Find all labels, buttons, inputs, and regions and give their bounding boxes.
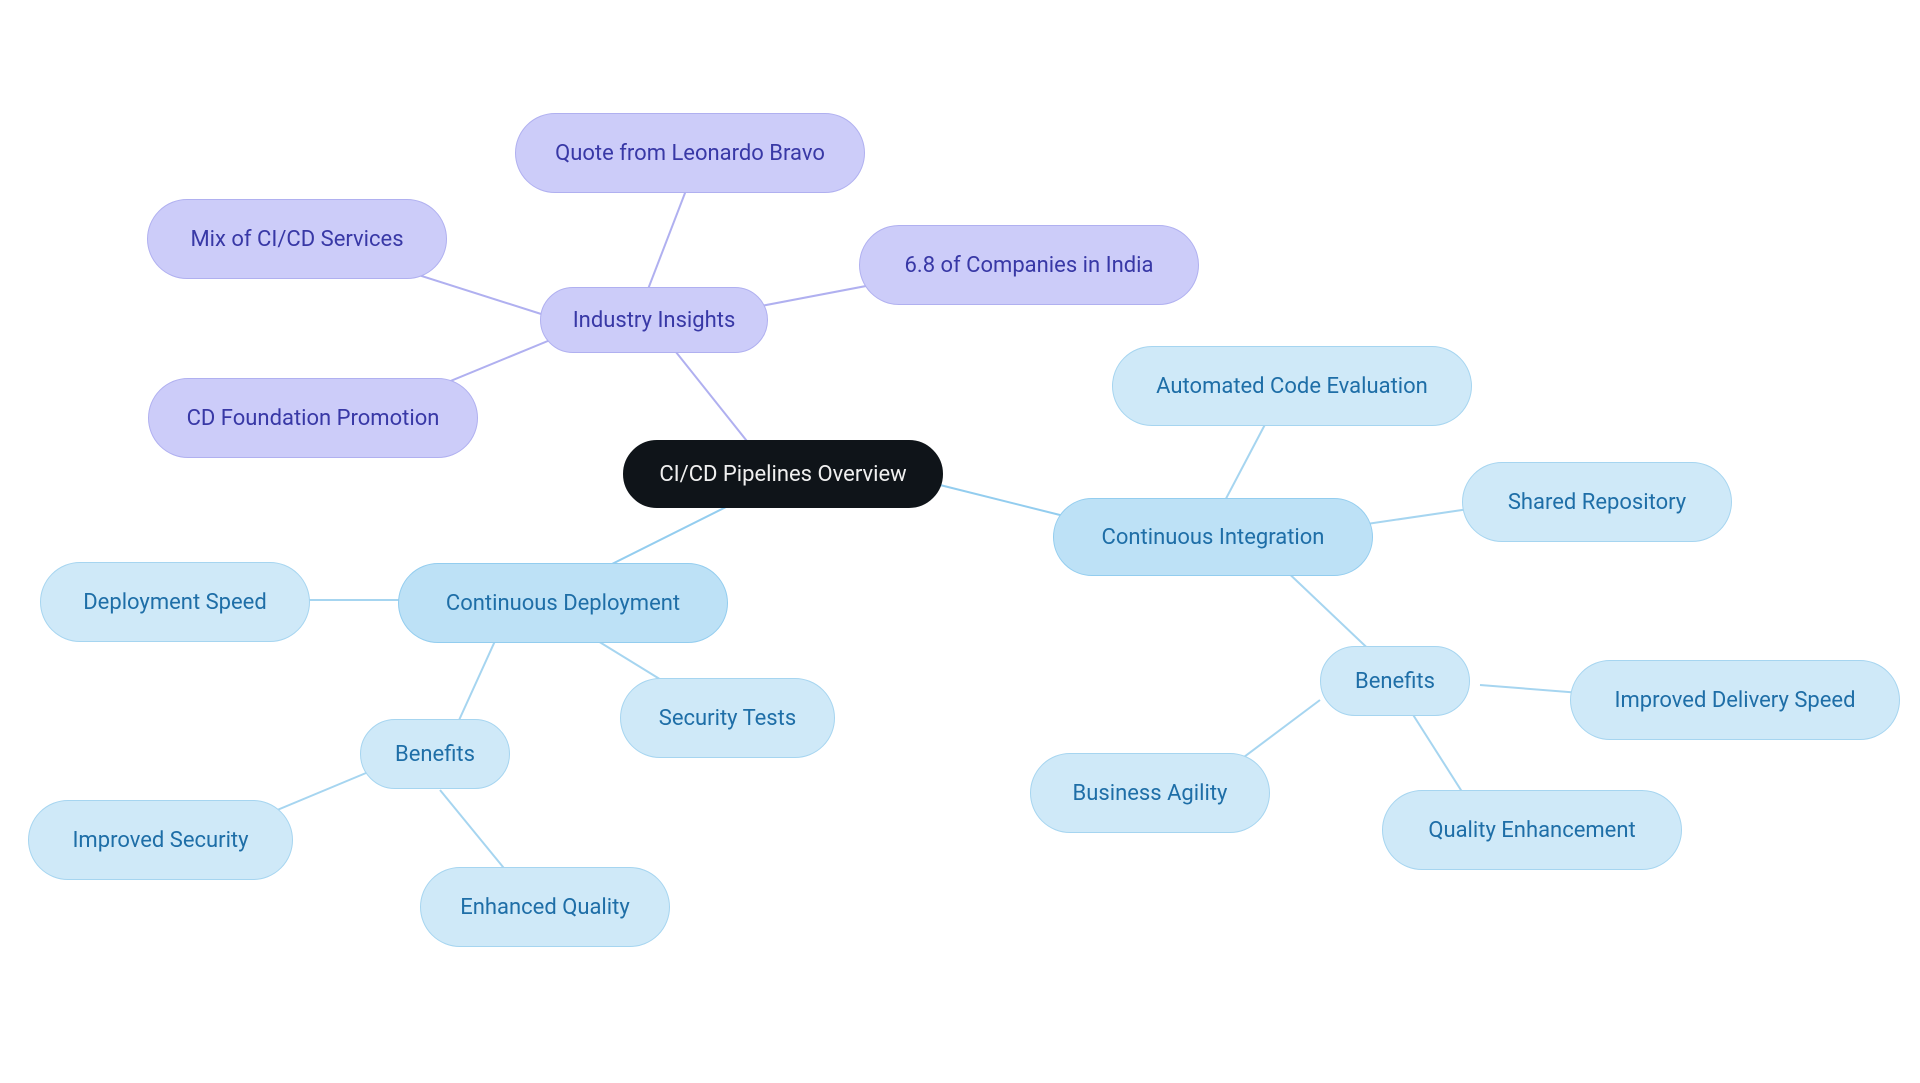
node-enhanced-quality: Enhanced Quality	[420, 867, 670, 947]
node-label: Benefits	[395, 742, 475, 767]
node-quote-bravo: Quote from Leonardo Bravo	[515, 113, 865, 193]
node-cd-benefits: Benefits	[360, 719, 510, 789]
node-ci-benefits: Benefits	[1320, 646, 1470, 716]
node-label: Business Agility	[1073, 781, 1228, 806]
node-label: Industry Insights	[573, 308, 736, 333]
node-continuous-integration: Continuous Integration	[1053, 498, 1373, 576]
node-cd-foundation: CD Foundation Promotion	[148, 378, 478, 458]
node-label: Security Tests	[659, 706, 796, 731]
node-label: CD Foundation Promotion	[187, 406, 440, 431]
node-business-agility: Business Agility	[1030, 753, 1270, 833]
node-industry-insights: Industry Insights	[540, 287, 768, 353]
node-label: Deployment Speed	[83, 590, 267, 615]
node-label: Quality Enhancement	[1428, 818, 1635, 843]
node-label: Mix of CI/CD Services	[190, 227, 403, 252]
node-label: Automated Code Evaluation	[1156, 374, 1428, 399]
node-improved-delivery: Improved Delivery Speed	[1570, 660, 1900, 740]
node-label: Continuous Integration	[1102, 525, 1325, 550]
node-mix-services: Mix of CI/CD Services	[147, 199, 447, 279]
node-improved-security: Improved Security	[28, 800, 293, 880]
node-deployment-speed: Deployment Speed	[40, 562, 310, 642]
node-label: Improved Delivery Speed	[1615, 688, 1856, 713]
node-label: Quote from Leonardo Bravo	[555, 141, 825, 166]
edge	[1220, 415, 1270, 510]
node-security-tests: Security Tests	[620, 678, 835, 758]
node-label: Improved Security	[72, 828, 248, 853]
node-root: CI/CD Pipelines Overview	[623, 440, 943, 508]
node-automated-eval: Automated Code Evaluation	[1112, 346, 1472, 426]
node-label: CI/CD Pipelines Overview	[659, 462, 906, 487]
node-quality-enhancement: Quality Enhancement	[1382, 790, 1682, 870]
node-label: Shared Repository	[1508, 490, 1686, 515]
mindmap-diagram: CI/CD Pipelines Overview Industry Insigh…	[0, 0, 1920, 1083]
node-label: 6.8 of Companies in India	[905, 253, 1154, 278]
node-continuous-deployment: Continuous Deployment	[398, 563, 728, 643]
node-label: Continuous Deployment	[446, 591, 680, 616]
node-label: Enhanced Quality	[460, 895, 629, 920]
node-shared-repo: Shared Repository	[1462, 462, 1732, 542]
node-companies-india: 6.8 of Companies in India	[859, 225, 1199, 305]
node-label: Benefits	[1355, 669, 1435, 694]
